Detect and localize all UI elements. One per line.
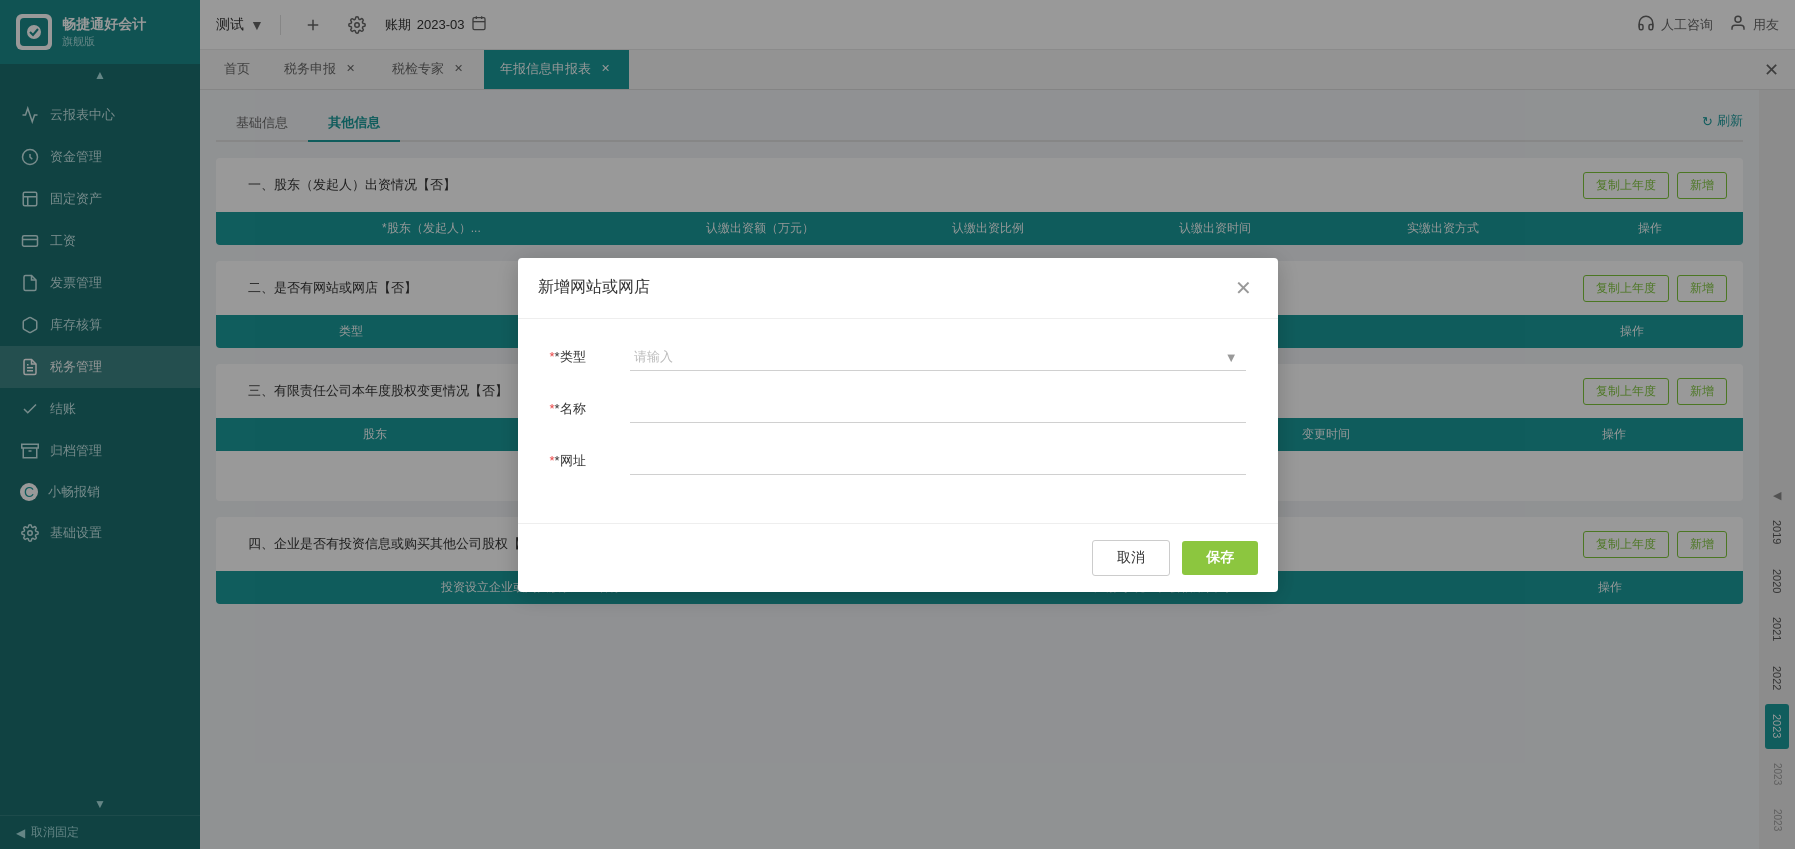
main-content: 测试 ▼ 账期 2023-03 xyxy=(200,0,1795,849)
form-row-type: **类型 ▼ xyxy=(550,343,1246,371)
cancel-button[interactable]: 取消 xyxy=(1092,540,1170,576)
dialog-body: **类型 ▼ **名称 xyxy=(518,319,1278,523)
save-button[interactable]: 保存 xyxy=(1182,541,1258,575)
name-input[interactable] xyxy=(630,395,1246,423)
url-input-wrapper xyxy=(630,447,1246,475)
url-label-text: *网址 xyxy=(555,453,586,468)
dialog-title: 新增网站或网店 xyxy=(538,277,650,298)
name-input-wrapper xyxy=(630,395,1246,423)
type-input-wrapper: ▼ xyxy=(630,343,1246,371)
name-label-text: *名称 xyxy=(555,401,586,416)
type-input[interactable] xyxy=(630,343,1246,371)
form-label-type: **类型 xyxy=(550,348,630,366)
dialog-close-button[interactable]: ✕ xyxy=(1230,274,1258,302)
dialog-overlay: 新增网站或网店 ✕ **类型 ▼ xyxy=(200,0,1795,849)
dialog-add-website: 新增网站或网店 ✕ **类型 ▼ xyxy=(518,258,1278,592)
url-input[interactable] xyxy=(630,447,1246,475)
form-row-url: **网址 xyxy=(550,447,1246,475)
form-label-url: **网址 xyxy=(550,452,630,470)
dialog-header: 新增网站或网店 ✕ xyxy=(518,258,1278,319)
form-row-name: **名称 xyxy=(550,395,1246,423)
dialog-footer: 取消 保存 xyxy=(518,523,1278,592)
form-label-name: **名称 xyxy=(550,400,630,418)
